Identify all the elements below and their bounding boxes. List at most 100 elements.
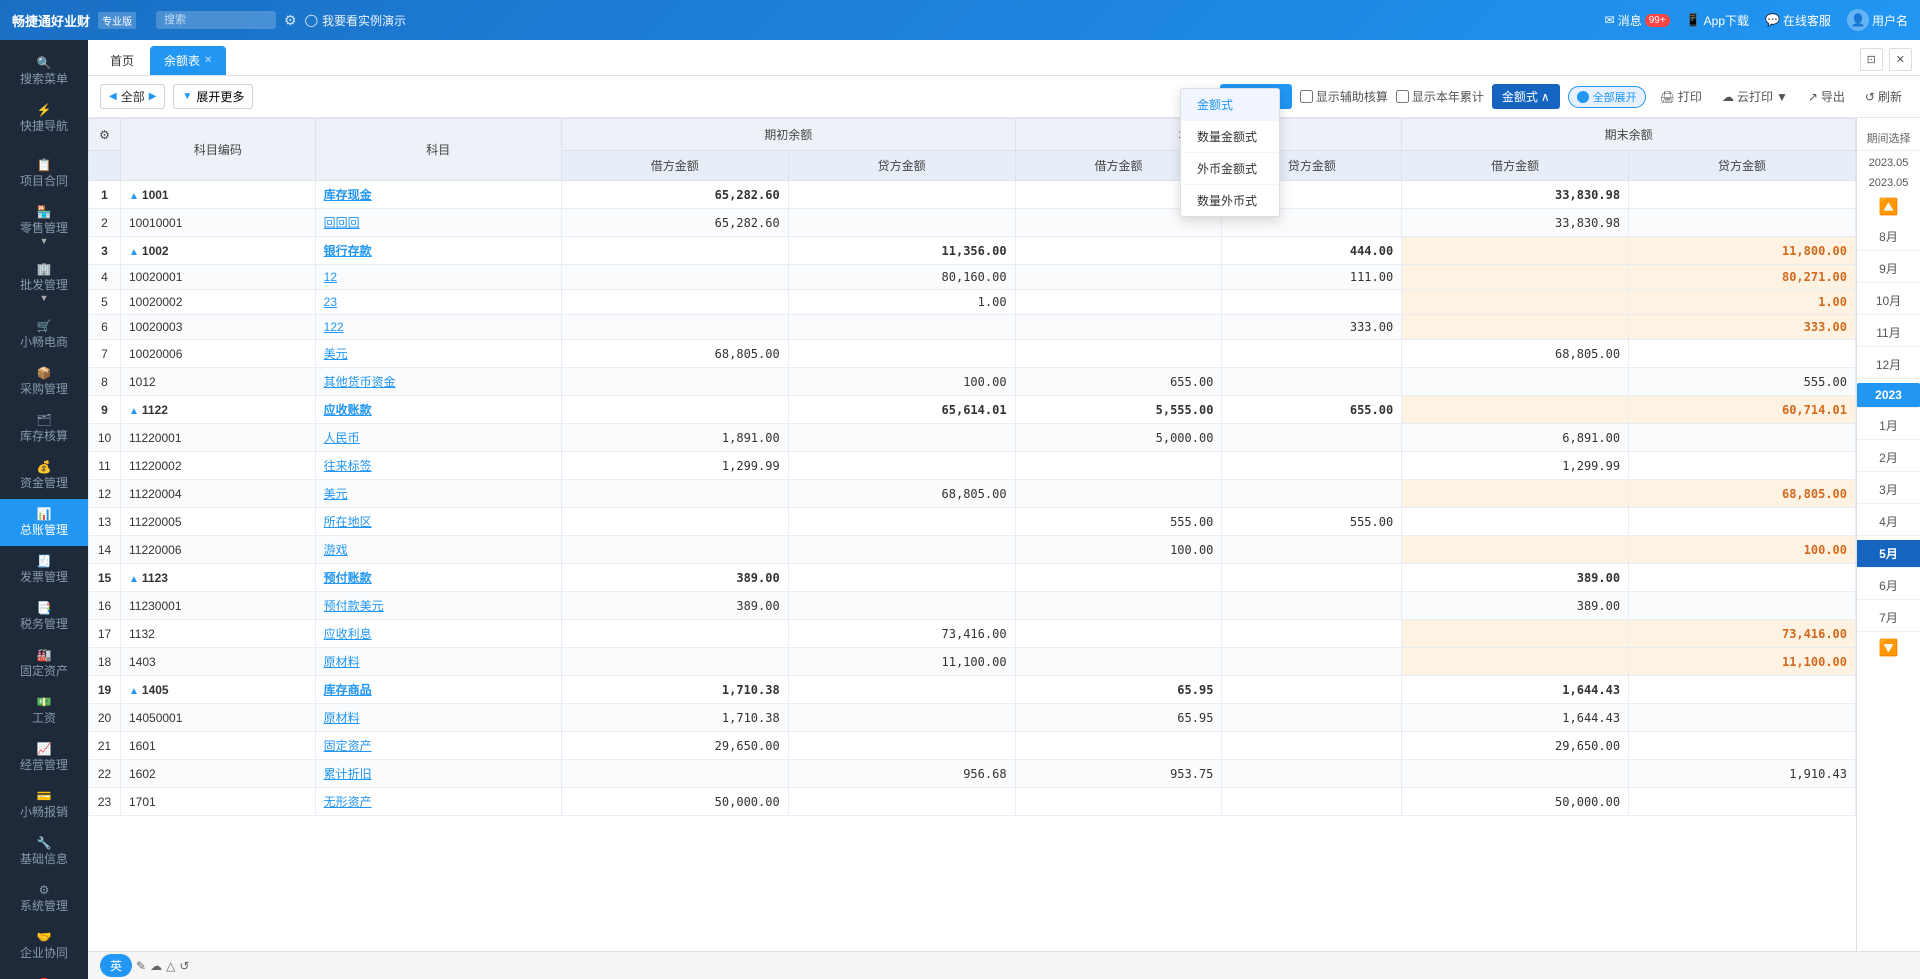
period-up-btn[interactable]: 🔼: [1877, 195, 1901, 219]
closing-credit-cell: [1629, 340, 1856, 368]
app-download-btn[interactable]: 📱 App下载: [1686, 12, 1749, 29]
name-cell[interactable]: 银行存款: [315, 237, 561, 265]
dropdown-item-qty-amount[interactable]: 数量金额式: [1181, 121, 1279, 153]
period_debit-cell: [1015, 315, 1222, 340]
sidebar-item-expense[interactable]: 💳 小畅报销: [0, 781, 88, 828]
sidebar-item-ledger[interactable]: 📊 总账管理: [0, 499, 88, 546]
name-cell[interactable]: 应收账款: [315, 396, 561, 424]
code-cell: 14050001: [121, 704, 316, 732]
table-container[interactable]: ⚙ 科目编码 科目 期初余额 本期发生额 期末余额 借方金额 贷方金额 借方金额: [88, 118, 1856, 951]
period-1[interactable]: 1月: [1857, 412, 1920, 440]
period_debit-cell: 5,000.00: [1015, 424, 1222, 452]
period_credit-cell: [1222, 704, 1402, 732]
window-close-btn[interactable]: ✕: [1889, 48, 1912, 71]
name-cell: 游戏: [315, 536, 561, 564]
period-3[interactable]: 3月: [1857, 476, 1920, 504]
period-2[interactable]: 2月: [1857, 444, 1920, 472]
cloud-print-btn[interactable]: ☁ 云打印 ▼: [1716, 84, 1794, 109]
settings-icon[interactable]: ⚙: [284, 12, 297, 29]
tab-balance[interactable]: 余额表 ✕: [150, 46, 226, 75]
header-right: ✉ 消息 99+ 📱 App下载 💬 在线客服 👤 用户名: [1605, 9, 1908, 31]
print-btn[interactable]: 🖨 打印: [1654, 84, 1708, 109]
period-12[interactable]: 12月: [1857, 351, 1920, 379]
period-2023[interactable]: 2023: [1857, 383, 1920, 408]
user-avatar[interactable]: 👤 用户名: [1847, 9, 1908, 31]
sidebar-item-finance[interactable]: 💰 资金管理: [0, 452, 88, 499]
closing-debit-cell: [1402, 368, 1629, 396]
export-btn[interactable]: ↗ 导出: [1802, 84, 1851, 109]
opening_debit-cell: 1,710.38: [561, 704, 788, 732]
input-method-btn[interactable]: 英: [100, 954, 132, 977]
refresh-btn[interactable]: ↺ 刷新: [1859, 84, 1908, 109]
sidebar-item-salary[interactable]: 💵 工资: [0, 687, 88, 734]
tab-home[interactable]: 首页: [96, 46, 148, 75]
sidebar-item-quicknav[interactable]: ⚡ 快捷导航: [0, 95, 88, 142]
sidebar-item-tax[interactable]: 📑 税务管理: [0, 593, 88, 640]
code-cell: ▲1123: [121, 564, 316, 592]
sidebar-item-assets[interactable]: 🏭 固定资产: [0, 640, 88, 687]
sidebar-item-project[interactable]: 📋 项目合同: [0, 150, 88, 197]
period_credit-cell: [1222, 648, 1402, 676]
show-ytd-checkbox[interactable]: 显示本年累计: [1396, 88, 1484, 105]
period_credit-cell: [1222, 592, 1402, 620]
period-down-btn[interactable]: 🔽: [1877, 636, 1901, 660]
sidebar-item-ecom[interactable]: 🛒 小畅电商: [0, 311, 88, 358]
name-cell: 回回回: [315, 209, 561, 237]
expand-toggle[interactable]: 全部展开: [1568, 86, 1646, 108]
seq-cell: 9: [89, 396, 121, 424]
sidebar-item-search[interactable]: 🔍 搜索菜单: [0, 48, 88, 95]
sidebar-item-inventory[interactable]: 🗂 库存核算: [0, 405, 88, 452]
period-4[interactable]: 4月: [1857, 508, 1920, 536]
dropdown-item-qty-foreign[interactable]: 数量外币式: [1181, 185, 1279, 216]
period-5[interactable]: 5月: [1857, 540, 1920, 568]
name-cell[interactable]: 库存商品: [315, 676, 561, 704]
table-row: 231701无形资产50,000.0050,000.00: [89, 788, 1856, 816]
period_debit-cell: [1015, 452, 1222, 480]
sidebar-item-invoice[interactable]: 🧾 发票管理: [0, 546, 88, 593]
online-service-btn[interactable]: 💬 在线客服: [1765, 12, 1831, 29]
opening_credit-cell: [788, 315, 1015, 340]
status-bar: 英 ✎ ☁ △ ↺: [88, 951, 1920, 979]
period_credit-cell: [1222, 564, 1402, 592]
message-btn[interactable]: ✉ 消息 99+: [1605, 12, 1670, 29]
breadcrumb-btn[interactable]: ◀ 全部 ▶: [100, 84, 165, 109]
name-cell[interactable]: 库存现金: [315, 181, 561, 209]
tab-close-icon[interactable]: ✕: [204, 55, 212, 66]
period_debit-cell: [1015, 237, 1222, 265]
closing-debit-cell: [1402, 480, 1629, 508]
period-8[interactable]: 8月: [1857, 223, 1920, 251]
window-restore-btn[interactable]: ⊡: [1860, 48, 1883, 71]
show-aux-checkbox[interactable]: 显示辅助核算: [1300, 88, 1388, 105]
header-search-input[interactable]: [156, 11, 276, 29]
table-row: 510020002231.001.00: [89, 290, 1856, 315]
dropdown-item-foreign-amount[interactable]: 外币金额式: [1181, 153, 1279, 185]
period_debit-cell: 953.75: [1015, 760, 1222, 788]
period-6[interactable]: 6月: [1857, 572, 1920, 600]
expand-more-btn[interactable]: ▼ 展开更多: [173, 84, 253, 109]
sync-icon[interactable]: ↺: [179, 959, 189, 973]
period-10[interactable]: 10月: [1857, 287, 1920, 315]
sidebar-item-operations[interactable]: 📈 经营管理: [0, 734, 88, 781]
settings-col-header[interactable]: ⚙: [89, 119, 121, 151]
sidebar-item-guide[interactable]: 🎯 新手引导: [0, 969, 88, 979]
period-9[interactable]: 9月: [1857, 255, 1920, 283]
period-7[interactable]: 7月: [1857, 604, 1920, 632]
sidebar-item-wholesale[interactable]: 🏢 批发管理 ▼: [0, 254, 88, 311]
sidebar-item-base[interactable]: 🔧 基础信息: [0, 828, 88, 875]
edit-icon[interactable]: ✎: [136, 959, 146, 973]
name-cell[interactable]: 预付账款: [315, 564, 561, 592]
demo-link[interactable]: ◯ 我要看实例演示: [305, 12, 406, 29]
period_credit-cell: [1222, 290, 1402, 315]
code-cell: 11230001: [121, 592, 316, 620]
view-mode-btn[interactable]: 金额式 ∧: [1492, 84, 1560, 109]
period-11[interactable]: 11月: [1857, 319, 1920, 347]
cloud-icon[interactable]: ☁: [150, 959, 162, 973]
triangle-icon[interactable]: △: [166, 959, 175, 973]
dropdown-item-amount[interactable]: 金额式: [1181, 89, 1279, 121]
table-row: 710020006美元68,805.0068,805.00: [89, 340, 1856, 368]
period_debit-cell: 65.95: [1015, 704, 1222, 732]
sidebar-item-system[interactable]: ⚙ 系统管理: [0, 875, 88, 922]
sidebar-item-purchase[interactable]: 📦 采购管理: [0, 358, 88, 405]
sidebar-item-retail[interactable]: 🏪 零售管理 ▼: [0, 197, 88, 254]
sidebar-item-collab[interactable]: 🤝 企业协同: [0, 922, 88, 969]
